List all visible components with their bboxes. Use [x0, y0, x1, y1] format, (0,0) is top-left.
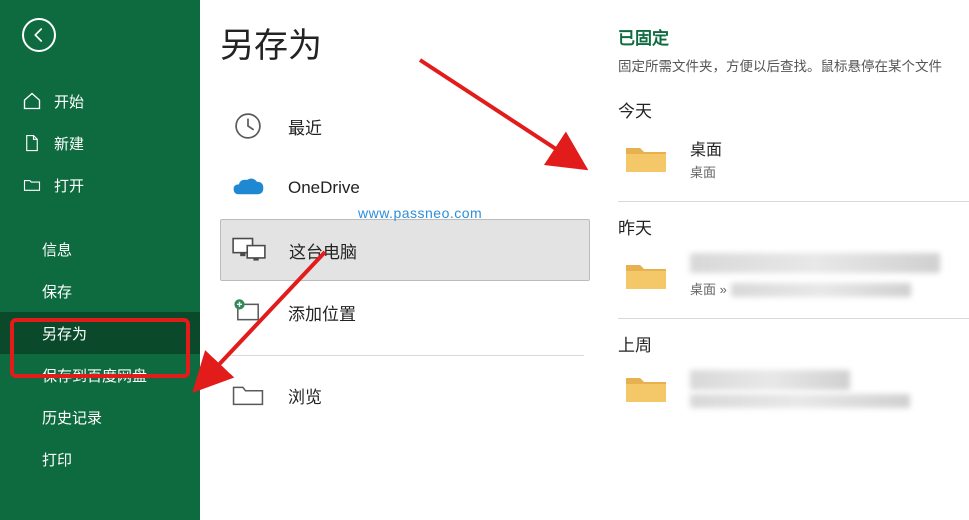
pinned-title: 已固定 [618, 24, 969, 49]
cloud-icon [230, 170, 266, 206]
location-this-pc[interactable]: 这台电脑 [220, 219, 590, 281]
watermark: www.passneo.com [358, 205, 482, 221]
folder-path-blurred [731, 283, 911, 297]
clock-icon [230, 108, 266, 144]
nav-home[interactable]: 开始 [0, 80, 200, 122]
nav-print[interactable]: 打印 [0, 438, 200, 480]
folder-icon [230, 377, 266, 413]
nav-new[interactable]: 新建 [0, 122, 200, 164]
divider [618, 201, 969, 202]
document-icon [22, 133, 42, 153]
location-label: 浏览 [288, 383, 322, 408]
group-today: 今天 [618, 97, 969, 122]
nav-open[interactable]: 打开 [0, 164, 200, 206]
nav-info[interactable]: 信息 [0, 228, 200, 270]
nav-save-as[interactable]: 另存为 [0, 312, 200, 354]
folder-name-blurred [690, 253, 940, 273]
nav-history[interactable]: 历史记录 [0, 396, 200, 438]
folder-icon [624, 140, 668, 178]
folder-path-prefix: 桌面 » [690, 279, 727, 298]
location-label: 最近 [288, 114, 322, 139]
folder-name: 桌面 [690, 136, 722, 160]
folder-path: 桌面 [690, 162, 722, 181]
nav-save-baidu[interactable]: 保存到百度网盘 [0, 354, 200, 396]
nav-label: 新建 [54, 133, 84, 154]
folder-icon [624, 370, 668, 408]
location-add-place[interactable]: 添加位置 [220, 281, 590, 343]
folder-icon [624, 257, 668, 295]
group-yesterday: 昨天 [618, 214, 969, 239]
arrow-left-icon [30, 26, 48, 44]
folder-row-blurred[interactable] [618, 364, 969, 414]
nav-label: 打开 [54, 175, 84, 196]
page-title: 另存为 [220, 18, 590, 67]
pc-icon [231, 232, 267, 268]
location-label: 这台电脑 [289, 238, 357, 263]
home-icon [22, 91, 42, 111]
folder-open-icon [22, 175, 42, 195]
divider [618, 318, 969, 319]
nav-save[interactable]: 保存 [0, 270, 200, 312]
back-button[interactable] [22, 18, 56, 52]
add-place-icon [230, 294, 266, 330]
location-browse[interactable]: 浏览 [220, 364, 590, 426]
location-recent[interactable]: 最近 [220, 95, 590, 157]
folder-path-blurred [690, 394, 910, 408]
main-panel: 另存为 最近 OneDrive 这台电脑 添加位置 浏览 [200, 0, 969, 520]
folder-row-desktop[interactable]: 桌面 桌面 [618, 130, 969, 187]
location-label: 添加位置 [288, 300, 356, 325]
location-label: OneDrive [288, 178, 360, 198]
group-lastweek: 上周 [618, 331, 969, 356]
folder-name-blurred [690, 370, 850, 390]
pinned-desc: 固定所需文件夹，方便以后查找。鼠标悬停在某个文件 [618, 55, 969, 75]
sidebar: 开始 新建 打开 信息 保存 另存为 保存到百度网盘 历史记录 打印 [0, 0, 200, 520]
nav-label: 开始 [54, 91, 84, 112]
divider [226, 355, 584, 356]
folder-row-blurred[interactable]: 桌面 » [618, 247, 969, 304]
